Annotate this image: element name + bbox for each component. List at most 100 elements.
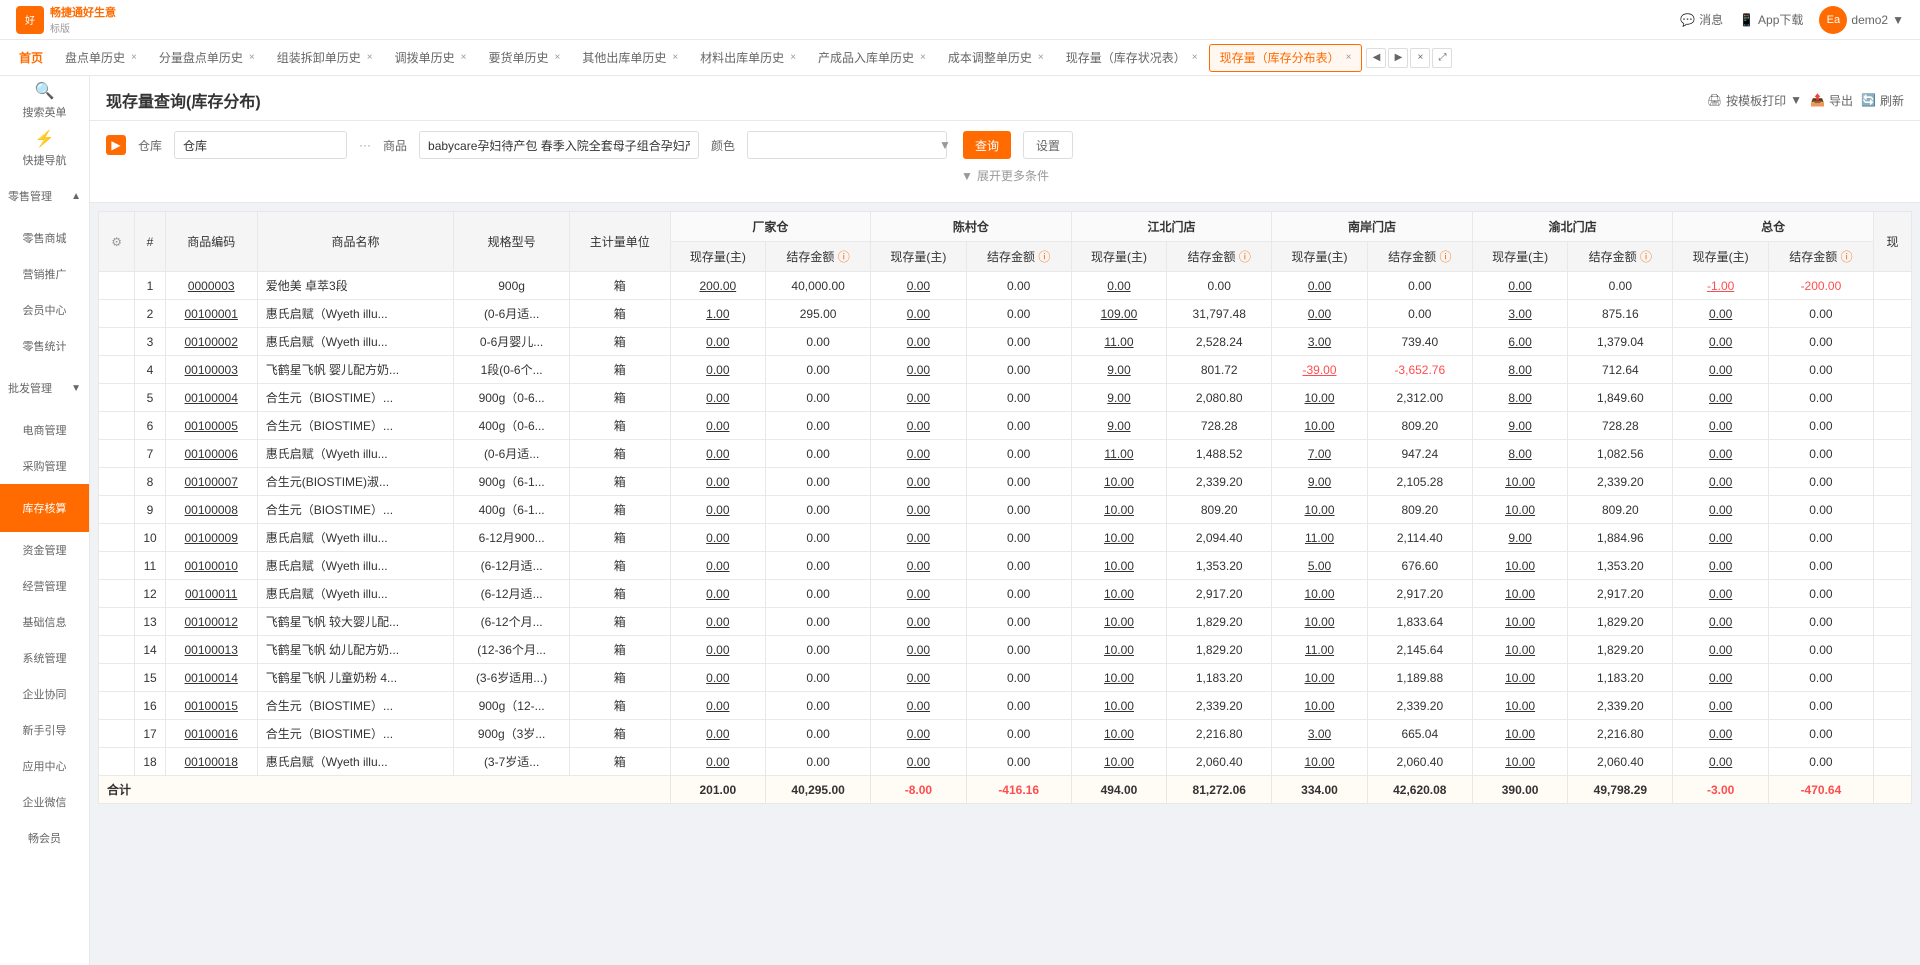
sidebar-item-retail-stat[interactable]: 零售统计 [0, 328, 89, 364]
row-nanan-stock[interactable]: 9.00 [1272, 468, 1367, 496]
row-factory-stock[interactable]: 0.00 [670, 552, 765, 580]
row-yuzhong-stock[interactable]: 10.00 [1472, 468, 1567, 496]
row-total-stock[interactable]: 0.00 [1673, 524, 1768, 552]
tab-assemble[interactable]: 组装拆卸单历史 × [266, 44, 384, 72]
nav-next-button[interactable]: ▶ [1388, 48, 1408, 68]
row-yuzhong-stock[interactable]: 10.00 [1472, 580, 1567, 608]
nav-expand-button[interactable]: ⤢ [1432, 48, 1452, 68]
row-yuzhong-stock[interactable]: 0.00 [1472, 272, 1567, 300]
row-yuzhong-stock[interactable]: 10.00 [1472, 692, 1567, 720]
row-factory-stock[interactable]: 0.00 [670, 720, 765, 748]
row-chenshi-stock[interactable]: 0.00 [871, 720, 966, 748]
row-nanan-stock[interactable]: 3.00 [1272, 328, 1367, 356]
row-factory-stock[interactable]: 0.00 [670, 496, 765, 524]
settings-gear-icon[interactable]: ⚙ [111, 235, 122, 249]
sidebar-item-ops[interactable]: 经营管理 [0, 568, 89, 604]
sidebar-item-appcenter[interactable]: 应用中心 [0, 748, 89, 784]
row-nanan-stock[interactable]: 10.00 [1272, 692, 1367, 720]
row-code[interactable]: 00100007 [165, 468, 257, 496]
sidebar-item-marketing[interactable]: 营销推广 [0, 256, 89, 292]
row-total-stock[interactable]: 0.00 [1673, 496, 1768, 524]
query-button[interactable]: 查询 [963, 131, 1011, 159]
tab-close-icon[interactable]: × [1192, 52, 1198, 63]
row-chenshi-stock[interactable]: 0.00 [871, 524, 966, 552]
row-total-stock[interactable]: 0.00 [1673, 580, 1768, 608]
sidebar-item-search[interactable]: 🔍 搜索英单 [0, 76, 89, 124]
row-jiangbei-stock[interactable]: 10.00 [1071, 580, 1166, 608]
row-chenshi-stock[interactable]: 0.00 [871, 748, 966, 776]
row-yuzhong-stock[interactable]: 10.00 [1472, 720, 1567, 748]
row-yuzhong-stock[interactable]: 8.00 [1472, 356, 1567, 384]
row-factory-stock[interactable]: 0.00 [670, 692, 765, 720]
row-code[interactable]: 00100018 [165, 748, 257, 776]
th-settings[interactable]: ⚙ [99, 212, 135, 272]
print-button[interactable]: 🖨 按模板打印 ▼ [1707, 92, 1802, 109]
tab-close-icon[interactable]: × [672, 52, 678, 63]
sidebar-item-retail-mgmt[interactable]: 零售管理 ▲ [0, 172, 89, 220]
nav-close-button[interactable]: × [1410, 48, 1430, 68]
row-jiangbei-stock[interactable]: 10.00 [1071, 720, 1166, 748]
tab-inventory-sub[interactable]: 分量盘点单历史 × [148, 44, 266, 72]
row-factory-stock[interactable]: 0.00 [670, 664, 765, 692]
row-yuzhong-stock[interactable]: 10.00 [1472, 608, 1567, 636]
filter-collapse-button[interactable]: ▶ [106, 135, 126, 155]
sidebar-item-member2[interactable]: 畅会员 [0, 820, 89, 856]
tab-transfer[interactable]: 调拨单历史 × [384, 44, 478, 72]
row-code[interactable]: 00100016 [165, 720, 257, 748]
row-factory-stock[interactable]: 0.00 [670, 748, 765, 776]
sidebar-item-stock[interactable]: 库存核算 [0, 484, 89, 532]
row-chenshi-stock[interactable]: 0.00 [871, 328, 966, 356]
row-code[interactable]: 00100009 [165, 524, 257, 552]
row-factory-stock[interactable]: 200.00 [670, 272, 765, 300]
color-input[interactable] [747, 131, 947, 159]
row-code[interactable]: 00100001 [165, 300, 257, 328]
warehouse-input[interactable] [174, 131, 347, 159]
tab-stock-status[interactable]: 现存量（库存状况表） × [1055, 44, 1209, 72]
sidebar-item-system[interactable]: 系统管理 [0, 640, 89, 676]
row-total-stock[interactable]: 0.00 [1673, 692, 1768, 720]
row-jiangbei-stock[interactable]: 10.00 [1071, 496, 1166, 524]
user-menu[interactable]: Ea demo2 ▼ [1819, 6, 1904, 34]
row-nanan-stock[interactable]: 10.00 [1272, 748, 1367, 776]
row-jiangbei-stock[interactable]: 11.00 [1071, 328, 1166, 356]
sidebar-item-retail-mall[interactable]: 零售商城 [0, 220, 89, 256]
message-button[interactable]: 💬 消息 [1680, 11, 1723, 28]
row-jiangbei-stock[interactable]: 10.00 [1071, 552, 1166, 580]
tab-close-icon[interactable]: × [790, 52, 796, 63]
row-jiangbei-stock[interactable]: 10.00 [1071, 468, 1166, 496]
sidebar-item-wecom[interactable]: 企业微信 [0, 784, 89, 820]
row-chenshi-stock[interactable]: 0.00 [871, 412, 966, 440]
row-jiangbei-stock[interactable]: 10.00 [1071, 636, 1166, 664]
row-jiangbei-stock[interactable]: 9.00 [1071, 412, 1166, 440]
row-factory-stock[interactable]: 0.00 [670, 636, 765, 664]
sidebar-item-finance[interactable]: 资金管理 [0, 532, 89, 568]
row-chenshi-stock[interactable]: 0.00 [871, 356, 966, 384]
row-code[interactable]: 00100003 [165, 356, 257, 384]
tab-close-icon[interactable]: × [1346, 52, 1352, 63]
row-jiangbei-stock[interactable]: 11.00 [1071, 440, 1166, 468]
tab-close-icon[interactable]: × [131, 52, 137, 63]
row-yuzhong-stock[interactable]: 8.00 [1472, 440, 1567, 468]
row-total-stock[interactable]: 0.00 [1673, 468, 1768, 496]
row-chenshi-stock[interactable]: 0.00 [871, 468, 966, 496]
row-total-stock[interactable]: 0.00 [1673, 552, 1768, 580]
row-factory-stock[interactable]: 0.00 [670, 440, 765, 468]
row-total-stock[interactable]: 0.00 [1673, 720, 1768, 748]
row-total-stock[interactable]: 0.00 [1673, 440, 1768, 468]
row-jiangbei-stock[interactable]: 10.00 [1071, 748, 1166, 776]
row-factory-stock[interactable]: 0.00 [670, 580, 765, 608]
row-code[interactable]: 00100010 [165, 552, 257, 580]
row-chenshi-stock[interactable]: 0.00 [871, 440, 966, 468]
row-yuzhong-stock[interactable]: 10.00 [1472, 664, 1567, 692]
row-factory-stock[interactable]: 0.00 [670, 328, 765, 356]
tab-stock-dist[interactable]: 现存量（库存分布表） × [1209, 44, 1363, 72]
row-jiangbei-stock[interactable]: 109.00 [1071, 300, 1166, 328]
row-nanan-stock[interactable]: 10.00 [1272, 608, 1367, 636]
row-yuzhong-stock[interactable]: 10.00 [1472, 636, 1567, 664]
tab-close-icon[interactable]: × [367, 52, 373, 63]
tab-demand[interactable]: 要货单历史 × [477, 44, 571, 72]
row-total-stock[interactable]: 0.00 [1673, 328, 1768, 356]
row-factory-stock[interactable]: 0.00 [670, 524, 765, 552]
row-total-stock[interactable]: 0.00 [1673, 636, 1768, 664]
row-nanan-stock[interactable]: 7.00 [1272, 440, 1367, 468]
